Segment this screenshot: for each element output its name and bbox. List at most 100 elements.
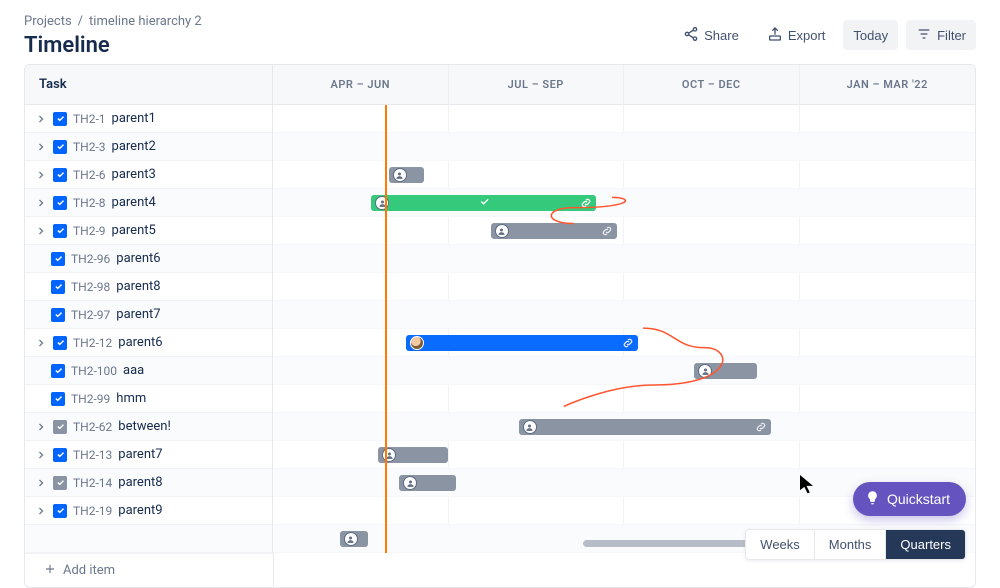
today-line — [385, 105, 387, 553]
share-icon — [683, 26, 699, 45]
avatar-icon — [403, 476, 417, 490]
chevron-right-icon[interactable] — [35, 197, 47, 209]
breadcrumb-root[interactable]: Projects — [24, 14, 72, 29]
avatar-icon — [495, 224, 509, 238]
task-key: TH2-9 — [73, 224, 106, 238]
task-key: TH2-97 — [71, 308, 110, 322]
gantt-bar[interactable] — [371, 195, 596, 211]
task-row[interactable]: TH2-8parent4 — [25, 189, 272, 217]
chevron-right-icon[interactable] — [35, 169, 47, 181]
task-label: parent6 — [116, 251, 160, 266]
task-checkbox[interactable] — [51, 392, 65, 406]
task-checkbox[interactable] — [53, 112, 67, 126]
task-row[interactable] — [25, 525, 272, 553]
task-label: parent6 — [118, 335, 162, 350]
task-row[interactable]: TH2-1parent1 — [25, 105, 272, 133]
task-checkbox[interactable] — [53, 140, 67, 154]
task-row[interactable]: TH2-14parent8 — [25, 469, 272, 497]
task-label: aaa — [123, 363, 144, 378]
task-row[interactable]: TH2-9 parent5 — [25, 217, 272, 245]
chevron-right-icon[interactable] — [35, 225, 47, 237]
task-row[interactable]: TH2-12 parent6 — [25, 329, 272, 357]
chevron-right-icon[interactable] — [35, 477, 47, 489]
task-checkbox[interactable] — [51, 280, 65, 294]
task-row[interactable]: TH2-99hmm — [25, 385, 272, 413]
task-checkbox[interactable] — [53, 336, 67, 350]
chart-row — [273, 385, 975, 413]
task-row[interactable]: TH2-98parent8 — [25, 273, 272, 301]
link-icon[interactable] — [622, 337, 634, 349]
export-button[interactable]: Export — [757, 20, 836, 50]
chart-row — [273, 161, 975, 189]
task-checkbox[interactable] — [53, 504, 67, 518]
task-list: TH2-1parent1TH2-3parent2TH2-6parent3TH2-… — [25, 105, 273, 553]
breadcrumb: Projects / timeline hierarchy 2 — [24, 14, 202, 29]
link-icon[interactable] — [580, 197, 592, 209]
plus-icon — [43, 562, 57, 580]
view-quarters-button[interactable]: Quarters — [886, 530, 965, 559]
task-row[interactable]: TH2-6parent3 — [25, 161, 272, 189]
gantt-bar[interactable] — [399, 475, 455, 491]
task-key: TH2-12 — [73, 336, 112, 350]
task-key: TH2-98 — [71, 280, 110, 294]
gantt-bar[interactable] — [406, 335, 638, 351]
chevron-right-icon[interactable] — [35, 337, 47, 349]
task-checkbox[interactable] — [53, 448, 67, 462]
task-checkbox[interactable] — [51, 364, 65, 378]
task-label: hmm — [116, 391, 146, 406]
avatar-icon — [698, 364, 712, 378]
link-icon[interactable] — [601, 225, 613, 237]
breadcrumb-project[interactable]: timeline hierarchy 2 — [89, 14, 202, 29]
task-checkbox[interactable] — [51, 308, 65, 322]
share-button[interactable]: Share — [673, 20, 749, 50]
task-row[interactable]: TH2-3parent2 — [25, 133, 272, 161]
gantt-bar[interactable] — [491, 223, 617, 239]
chart-row — [273, 273, 975, 301]
task-label: parent9 — [118, 503, 162, 518]
task-checkbox[interactable] — [51, 252, 65, 266]
task-row[interactable]: TH2-96parent6 — [25, 245, 272, 273]
chevron-right-icon[interactable] — [35, 505, 47, 517]
chart-row — [273, 105, 975, 133]
quarter-header: JAN – MAR '22 — [800, 65, 976, 104]
filter-icon — [916, 26, 932, 45]
chevron-right-icon[interactable] — [35, 449, 47, 461]
task-row[interactable]: TH2-62between! — [25, 413, 272, 441]
task-checkbox[interactable] — [53, 224, 67, 238]
link-icon[interactable] — [755, 421, 767, 433]
chart-row — [273, 133, 975, 161]
task-checkbox[interactable] — [53, 196, 67, 210]
chevron-right-icon[interactable] — [35, 421, 47, 433]
gantt-bar[interactable] — [340, 531, 368, 547]
view-months-button[interactable]: Months — [815, 530, 887, 559]
view-weeks-button[interactable]: Weeks — [746, 530, 815, 559]
task-label: between! — [118, 419, 171, 434]
page-title: Timeline — [24, 33, 202, 58]
mouse-cursor — [800, 475, 813, 493]
task-row[interactable]: TH2-19parent9 — [25, 497, 272, 525]
quarter-header: JUL – SEP — [449, 65, 625, 104]
chevron-right-icon[interactable] — [35, 141, 47, 153]
gantt-bar[interactable] — [519, 419, 772, 435]
task-checkbox[interactable] — [53, 476, 67, 490]
chart-row — [273, 301, 975, 329]
task-row[interactable]: TH2-13parent7 — [25, 441, 272, 469]
gantt-bar[interactable] — [694, 363, 757, 379]
task-label: parent5 — [112, 223, 156, 238]
filter-button[interactable]: Filter — [906, 20, 976, 50]
task-row[interactable]: TH2-97parent7 — [25, 301, 272, 329]
avatar-icon — [410, 336, 424, 350]
chart-row — [273, 189, 975, 217]
quickstart-button[interactable]: Quickstart — [853, 482, 966, 516]
task-checkbox[interactable] — [53, 168, 67, 182]
gantt-bar[interactable] — [389, 167, 424, 183]
task-checkbox[interactable] — [53, 420, 67, 434]
task-key: TH2-1 — [73, 112, 106, 126]
chart-row — [273, 217, 975, 245]
export-icon — [767, 26, 783, 45]
add-item-button[interactable]: Add item — [25, 553, 273, 587]
chevron-right-icon[interactable] — [35, 113, 47, 125]
gantt-bar[interactable] — [378, 447, 448, 463]
task-row[interactable]: TH2-100aaa — [25, 357, 272, 385]
today-button[interactable]: Today — [843, 20, 898, 50]
